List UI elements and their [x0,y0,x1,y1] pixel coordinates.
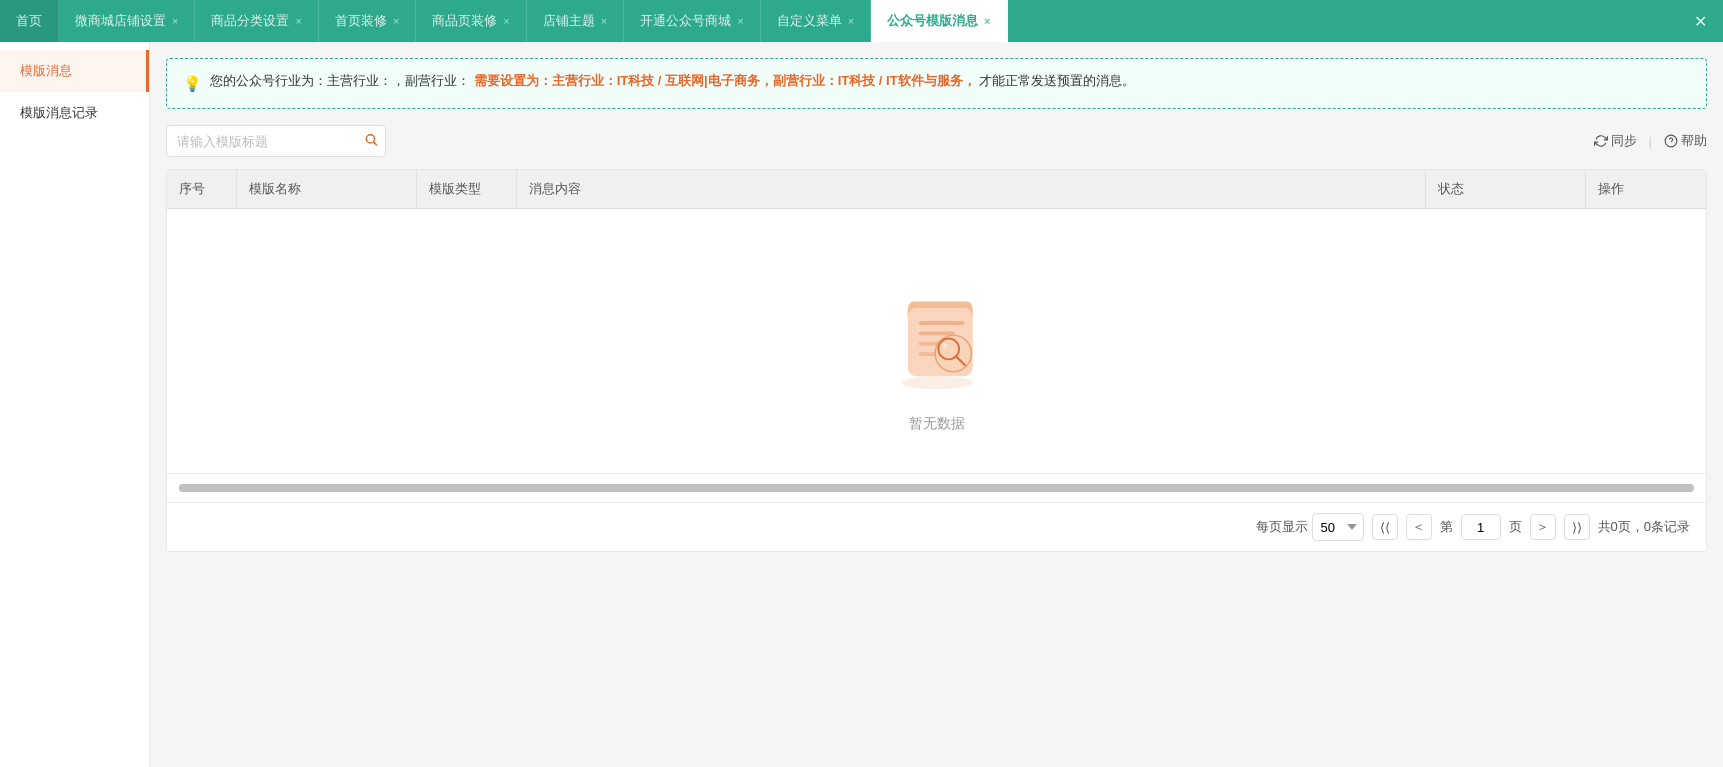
th-action: 操作 [1586,170,1706,208]
tab-open-mall-label: 开通公众号商城 [640,12,731,30]
bulb-icon: 💡 [183,72,202,96]
svg-point-4 [901,376,973,389]
tab-micro-shop-close[interactable]: × [172,15,178,27]
tab-micro-shop-label: 微商城店铺设置 [75,12,166,30]
tab-custom-menu[interactable]: 自定义菜单 × [761,0,871,42]
tab-template-msg-close[interactable]: × [984,15,990,27]
sync-label: 同步 [1611,132,1637,150]
first-page-button[interactable]: ⟨⟨ [1372,514,1398,540]
search-input-wrap [166,125,386,157]
prev-page-button[interactable]: ＜ [1406,514,1432,540]
empty-text: 暂无数据 [909,415,965,433]
top-nav: 首页 微商城店铺设置 × 商品分类设置 × 首页装修 × 商品页装修 × 店铺主… [0,0,1723,42]
alert-text-after: 才能正常发送预置的消息。 [979,73,1135,88]
help-button[interactable]: 帮助 [1664,132,1707,150]
search-bar: 同步 | 帮助 [166,125,1707,157]
table-header: 序号 模版名称 模版类型 消息内容 状态 操作 [167,170,1706,209]
search-input[interactable] [166,125,386,157]
page-number-input[interactable] [1461,514,1501,540]
tab-custom-menu-close[interactable]: × [848,15,854,27]
search-left [166,125,386,157]
tab-product-page[interactable]: 商品页装修 × [416,0,526,42]
page-size-dropdown[interactable]: 50 10 20 100 [1312,513,1364,541]
divider: | [1649,134,1652,149]
sidebar-item-template-record-label: 模版消息记录 [20,105,98,120]
pagination: 每页显示 50 10 20 100 ⟨⟨ ＜ 第 页 ＞ ⟩⟩ 共0页，0条记录 [167,502,1706,551]
th-index: 序号 [167,170,237,208]
alert-text-before: 您的公众号行业为：主营行业：，副营行业： [210,73,470,88]
alert-text: 您的公众号行业为：主营行业：，副营行业： 需要设置为：主营行业：IT科技 / 互… [210,71,1135,92]
tab-micro-shop[interactable]: 微商城店铺设置 × [59,0,195,42]
tab-home-decor-close[interactable]: × [393,15,399,27]
svg-point-0 [366,135,374,143]
sidebar-item-template-message[interactable]: 模版消息 [0,50,149,92]
page-unit: 页 [1509,518,1522,536]
svg-rect-6 [918,331,954,335]
search-button[interactable] [364,133,378,150]
tab-home-decor[interactable]: 首页装修 × [319,0,416,42]
main-content: 💡 您的公众号行业为：主营行业：，副营行业： 需要设置为：主营行业：IT科技 /… [150,42,1723,767]
next-page-button[interactable]: ＞ [1530,514,1556,540]
search-right: 同步 | 帮助 [1594,132,1707,150]
sidebar-item-template-message-label: 模版消息 [20,63,72,78]
page-size-label: 每页显示 [1256,518,1308,536]
page-size-select: 每页显示 50 10 20 100 [1256,513,1364,541]
th-type: 模版类型 [417,170,517,208]
tab-template-msg-label: 公众号模版消息 [887,12,978,30]
tab-home-label: 首页 [16,12,42,30]
tab-shop-theme-label: 店铺主题 [543,12,595,30]
scrollbar-thumb[interactable] [179,484,1694,492]
empty-illustration [872,269,1002,399]
tab-product-category-label: 商品分类设置 [211,12,289,30]
sync-button[interactable]: 同步 [1594,132,1637,150]
page-word: 第 [1440,518,1453,536]
total-text: 共0页，0条记录 [1598,518,1690,536]
th-content: 消息内容 [517,170,1426,208]
scrollbar-area [167,473,1706,502]
tab-shop-theme[interactable]: 店铺主题 × [527,0,624,42]
tab-home[interactable]: 首页 [0,0,59,42]
alert-text-highlight: 需要设置为：主营行业：IT科技 / 互联网|电子商务，副营行业：IT科技 / I… [474,73,976,88]
th-name: 模版名称 [237,170,417,208]
industry-alert: 💡 您的公众号行业为：主营行业：，副营行业： 需要设置为：主营行业：IT科技 /… [166,58,1707,109]
tab-product-category[interactable]: 商品分类设置 × [195,0,318,42]
sidebar-item-template-record[interactable]: 模版消息记录 [0,92,149,134]
svg-point-9 [935,335,971,371]
help-label: 帮助 [1681,132,1707,150]
main-layout: 模版消息 模版消息记录 💡 您的公众号行业为：主营行业：，副营行业： 需要设置为… [0,42,1723,767]
tab-product-category-close[interactable]: × [295,15,301,27]
tab-home-decor-label: 首页装修 [335,12,387,30]
empty-state: 暂无数据 [167,209,1706,473]
data-table: 序号 模版名称 模版类型 消息内容 状态 操作 [166,169,1707,552]
tab-shop-theme-close[interactable]: × [601,15,607,27]
tab-open-mall-close[interactable]: × [737,15,743,27]
th-status: 状态 [1426,170,1586,208]
global-close-button[interactable]: ✕ [1678,12,1723,31]
tab-product-page-label: 商品页装修 [432,12,497,30]
last-page-button[interactable]: ⟩⟩ [1564,514,1590,540]
scrollbar-track[interactable] [179,484,1694,492]
tab-product-page-close[interactable]: × [503,15,509,27]
svg-point-12 [942,342,947,347]
sidebar: 模版消息 模版消息记录 [0,42,150,767]
tab-custom-menu-label: 自定义菜单 [777,12,842,30]
tab-template-msg[interactable]: 公众号模版消息 × [871,0,1007,42]
tab-open-mall[interactable]: 开通公众号商城 × [624,0,760,42]
svg-rect-5 [918,321,964,325]
svg-line-1 [374,142,377,145]
